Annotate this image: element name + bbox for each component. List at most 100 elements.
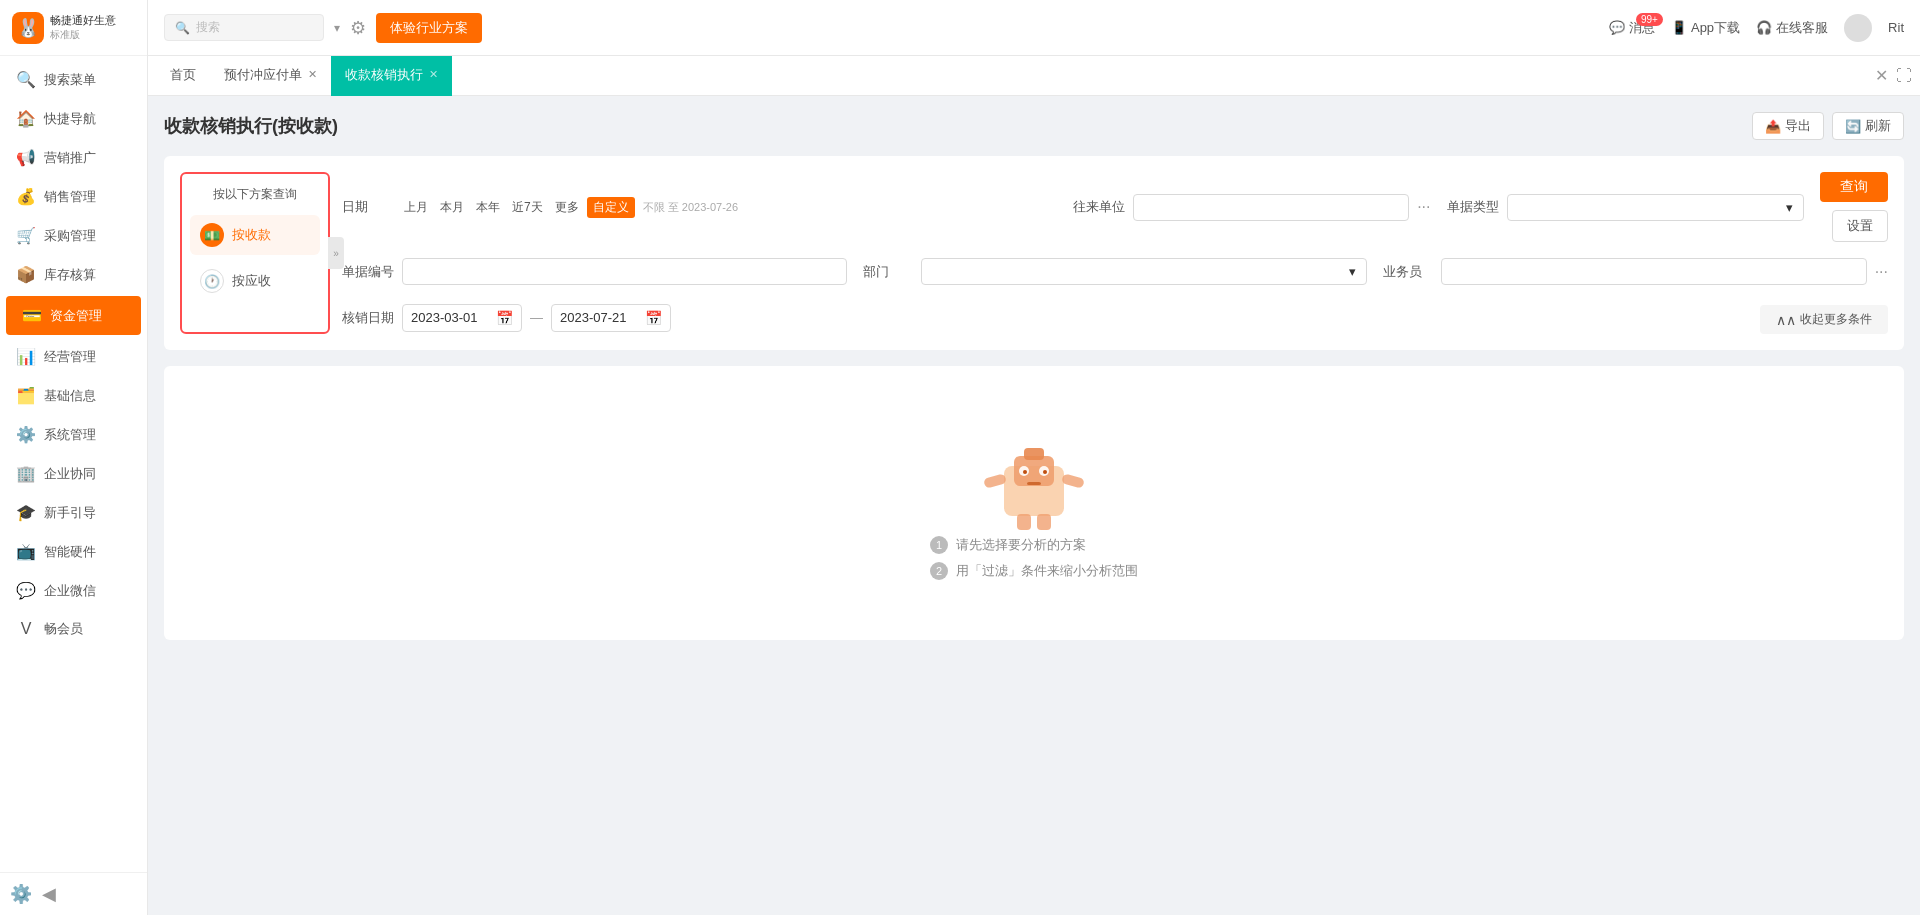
filter-actions: 查询 设置 xyxy=(1820,172,1888,242)
app-download-button[interactable]: 📱 App下载 xyxy=(1671,19,1740,37)
counterpart-input[interactable] xyxy=(1133,194,1409,221)
date-shortcut-7-days[interactable]: 近7天 xyxy=(508,197,547,218)
calendar-end-icon[interactable]: 📅 xyxy=(645,310,662,326)
sidebar-item-marketing[interactable]: 📢 营销推广 xyxy=(0,138,147,177)
logo-title: 畅捷通好生意 xyxy=(50,13,116,27)
sidebar-nav: 🔍 搜索菜单 🏠 快捷导航 📢 营销推广 💰 销售管理 🛒 采购管理 📦 库存核… xyxy=(0,56,147,872)
message-button[interactable]: 💬 消息 99+ xyxy=(1609,19,1655,37)
setting-button[interactable]: 设置 xyxy=(1832,210,1888,242)
writeoff-date-start-input[interactable]: 2023-03-01 📅 xyxy=(402,304,522,332)
doctype-select-arrow: ▾ xyxy=(1786,200,1793,215)
export-button[interactable]: 📤 导出 xyxy=(1752,112,1824,140)
gear-icon[interactable]: ⚙ xyxy=(350,17,366,39)
department-filter-group: 部门 ▾ xyxy=(863,258,1368,285)
industry-solution-button[interactable]: 体验行业方案 xyxy=(376,13,482,43)
tab-home[interactable]: 首页 xyxy=(156,56,210,96)
writeoff-date-group: 核销日期 2023-03-01 📅 — 2023-07-21 📅 xyxy=(342,304,1099,332)
sidebar-label-management: 经营管理 xyxy=(44,348,96,366)
sidebar-label-search: 搜索菜单 xyxy=(44,71,96,89)
date-shortcut-last-month[interactable]: 上月 xyxy=(400,197,432,218)
sidebar-item-basic[interactable]: 🗂️ 基础信息 xyxy=(0,376,147,415)
sidebar-label-marketing: 营销推广 xyxy=(44,149,96,167)
doctype-select[interactable]: ▾ xyxy=(1507,194,1805,221)
main-content: 🔍 搜索 ▾ ⚙ 体验行业方案 💬 消息 99+ 📱 App下载 🎧 在线客服 … xyxy=(148,0,1920,915)
salesperson-more-icon[interactable]: ··· xyxy=(1875,263,1888,281)
calendar-start-icon[interactable]: 📅 xyxy=(496,310,513,326)
wechat-icon: 💬 xyxy=(16,581,36,600)
svg-rect-2 xyxy=(1024,448,1044,460)
filter-row-1: 日期 上月 本月 本年 近7天 更多 自定义 不限 至 2023-07-26 xyxy=(342,172,1888,242)
export-icon: 📤 xyxy=(1765,119,1781,134)
collapse-more-label: 收起更多条件 xyxy=(1800,311,1872,328)
date-shortcut-this-month[interactable]: 本月 xyxy=(436,197,468,218)
empty-tips: 1 请先选择要分析的方案 2 用「过滤」条件来缩小分析范围 xyxy=(930,536,1138,580)
docno-input[interactable] xyxy=(402,258,847,285)
empty-state: 1 请先选择要分析的方案 2 用「过滤」条件来缩小分析范围 xyxy=(164,366,1904,640)
query-button[interactable]: 查询 xyxy=(1820,172,1888,202)
sidebar-item-purchase[interactable]: 🛒 采购管理 xyxy=(0,216,147,255)
tab-collection-close-icon[interactable]: ✕ xyxy=(429,68,438,81)
sidebar-item-member[interactable]: V 畅会员 xyxy=(0,610,147,648)
tab-prepay-close-icon[interactable]: ✕ xyxy=(308,68,317,81)
counterpart-more-icon[interactable]: ··· xyxy=(1417,198,1430,216)
app-label: App下载 xyxy=(1691,19,1740,37)
header-search-box[interactable]: 🔍 搜索 xyxy=(164,14,324,41)
system-icon: ⚙️ xyxy=(16,425,36,444)
query-option-by-receipt[interactable]: 💵 按收款 xyxy=(190,215,320,255)
query-option-by-receivable[interactable]: 🕐 按应收 xyxy=(190,261,320,301)
tab-bar: 首页 预付冲应付单 ✕ 收款核销执行 ✕ ✕ ⛶ xyxy=(148,56,1920,96)
sidebar-item-system[interactable]: ⚙️ 系统管理 xyxy=(0,415,147,454)
management-icon: 📊 xyxy=(16,347,36,366)
dropdown-arrow-icon[interactable]: ▾ xyxy=(334,21,340,35)
sidebar-item-inventory[interactable]: 📦 库存核算 xyxy=(0,255,147,294)
salesperson-input[interactable] xyxy=(1441,258,1866,285)
page-body: 收款核销执行(按收款) 📤 导出 🔄 刷新 按以下方案查询 💵 按收款 xyxy=(148,96,1920,915)
header-left: 🔍 搜索 ▾ ⚙ 体验行业方案 xyxy=(164,13,482,43)
collapse-sidebar-icon[interactable]: ◀ xyxy=(42,883,56,905)
tab-collection[interactable]: 收款核销执行 ✕ xyxy=(331,56,452,96)
sidebar-item-finance[interactable]: 💳 资金管理 xyxy=(6,296,141,335)
sidebar-label-sales: 销售管理 xyxy=(44,188,96,206)
date-shortcut-this-year[interactable]: 本年 xyxy=(472,197,504,218)
settings-bottom-icon[interactable]: ⚙️ xyxy=(10,883,32,905)
sidebar-item-guide[interactable]: 🎓 新手引导 xyxy=(0,493,147,532)
sidebar-item-hardware[interactable]: 📺 智能硬件 xyxy=(0,532,147,571)
date-filter-group: 日期 上月 本月 本年 近7天 更多 自定义 不限 至 2023-07-26 xyxy=(342,197,1057,218)
sidebar-item-sales[interactable]: 💰 销售管理 xyxy=(0,177,147,216)
sidebar-bottom: ⚙️ ◀ xyxy=(0,872,147,915)
tab-prepay[interactable]: 预付冲应付单 ✕ xyxy=(210,56,331,96)
sidebar-item-search[interactable]: 🔍 搜索菜单 xyxy=(0,60,147,99)
query-sidebar-title: 按以下方案查询 xyxy=(190,186,320,203)
tab-fullscreen-icon[interactable]: ⛶ xyxy=(1896,67,1912,85)
marketing-icon: 📢 xyxy=(16,148,36,167)
svg-rect-10 xyxy=(1017,514,1031,530)
sidebar-item-wechat[interactable]: 💬 企业微信 xyxy=(0,571,147,610)
date-shortcut-more[interactable]: 更多 xyxy=(551,197,583,218)
refresh-button[interactable]: 🔄 刷新 xyxy=(1832,112,1904,140)
basic-icon: 🗂️ xyxy=(16,386,36,405)
tip-num-2: 2 xyxy=(930,562,948,580)
date-shortcut-custom[interactable]: 自定义 xyxy=(587,197,635,218)
sidebar-label-member: 畅会员 xyxy=(44,620,83,638)
svg-rect-11 xyxy=(1037,514,1051,530)
department-select[interactable]: ▾ xyxy=(921,258,1368,285)
sidebar-item-quick[interactable]: 🏠 快捷导航 xyxy=(0,99,147,138)
empty-illustration xyxy=(969,426,1099,536)
doctype-filter-group: 单据类型 ▾ xyxy=(1447,194,1805,221)
receipt-option-icon: 💵 xyxy=(200,223,224,247)
avatar[interactable] xyxy=(1844,14,1872,42)
department-select-arrow: ▾ xyxy=(1349,264,1356,279)
sidebar-item-cooperation[interactable]: 🏢 企业协同 xyxy=(0,454,147,493)
salesperson-filter-group: 业务员 ··· xyxy=(1383,258,1888,285)
sidebar-label-cooperation: 企业协同 xyxy=(44,465,96,483)
svg-rect-7 xyxy=(1027,482,1041,485)
online-service-button[interactable]: 🎧 在线客服 xyxy=(1756,19,1828,37)
sidebar-label-system: 系统管理 xyxy=(44,426,96,444)
collapse-more-button[interactable]: ∧∧ 收起更多条件 xyxy=(1760,305,1888,334)
tab-close-all-icon[interactable]: ✕ xyxy=(1875,66,1888,85)
salesperson-label: 业务员 xyxy=(1383,263,1433,281)
writeoff-date-end-input[interactable]: 2023-07-21 📅 xyxy=(551,304,671,332)
sidebar-collapse-button[interactable]: » xyxy=(328,237,344,269)
header-right: 💬 消息 99+ 📱 App下载 🎧 在线客服 Rit xyxy=(1609,14,1904,42)
sidebar-item-management[interactable]: 📊 经营管理 xyxy=(0,337,147,376)
